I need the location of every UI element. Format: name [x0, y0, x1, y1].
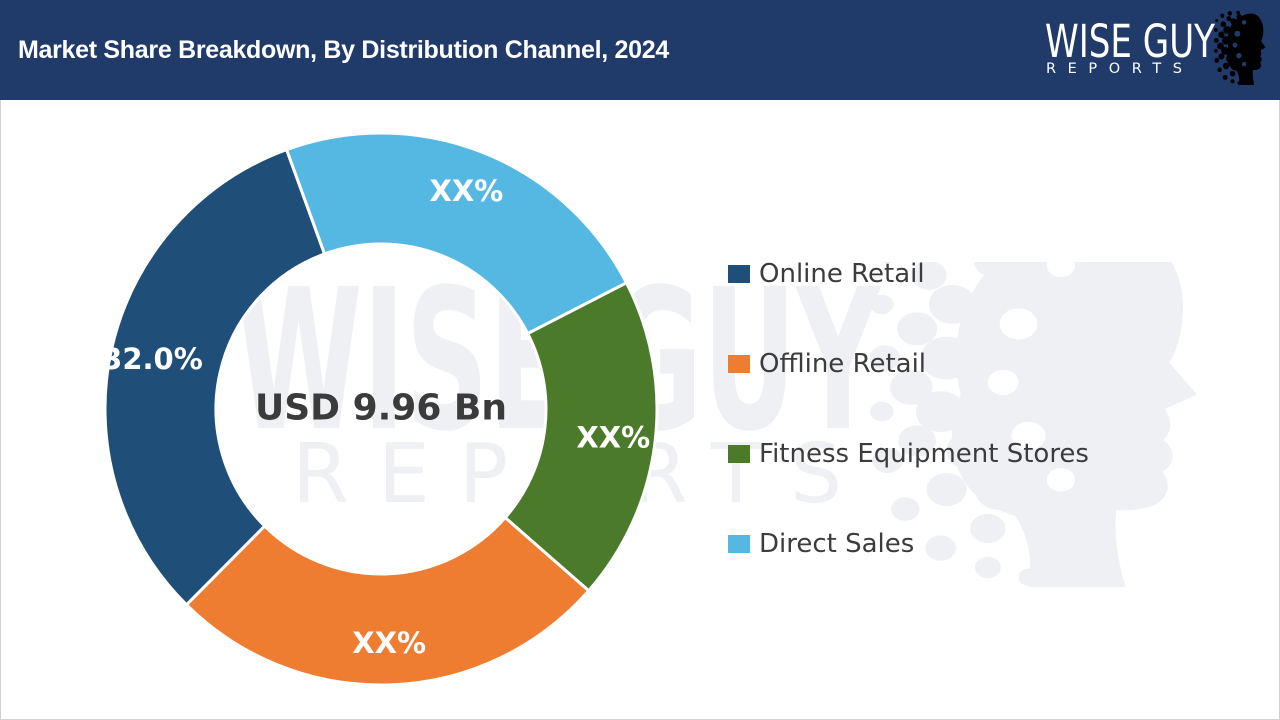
chart-center-value: USD 9.96 Bn: [255, 387, 507, 429]
slice-label-offline-retail: XX%: [352, 626, 426, 660]
report-figure: { "header": { "title": "Market Share Bre…: [0, 0, 1280, 720]
legend-item-direct-sales: Direct Sales: [728, 529, 1089, 559]
slice-label-direct-sales: XX%: [429, 174, 503, 208]
slice-label-fitness-equipment-stores: XX%: [576, 421, 650, 455]
legend-swatch-fitness-equipment-stores: [728, 445, 750, 463]
wiseguy-logo: WISE GUY REPORTS: [1045, 11, 1266, 85]
legend-item-online-retail: Online Retail: [728, 259, 1089, 289]
legend-label: Fitness Equipment Stores: [759, 439, 1089, 469]
donut-slice-online-retail: [103, 148, 327, 607]
logo-head-icon: [1214, 11, 1266, 85]
chart-legend: Online Retail Offline Retail Fitness Equip…: [728, 259, 1089, 559]
legend-label: Direct Sales: [759, 529, 915, 559]
legend-item-offline-retail: Offline Retail: [728, 349, 1089, 379]
page-title: Market Share Breakdown, By Distribution …: [18, 35, 669, 64]
legend-swatch-online-retail: [728, 265, 750, 283]
header-bar: Market Share Breakdown, By Distribution …: [0, 0, 1280, 100]
slice-label-online-retail: 32.0%: [102, 342, 203, 376]
donut-slice-direct-sales: [285, 131, 628, 336]
legend-swatch-direct-sales: [728, 535, 750, 553]
donut-slice-offline-retail: [185, 516, 591, 687]
donut-slice-fitness-equipment-stores: [503, 281, 659, 593]
legend-item-fitness-equipment-stores: Fitness Equipment Stores: [728, 439, 1089, 469]
legend-label: Online Retail: [759, 259, 925, 289]
legend-label: Offline Retail: [759, 349, 927, 379]
legend-swatch-offline-retail: [728, 355, 750, 373]
